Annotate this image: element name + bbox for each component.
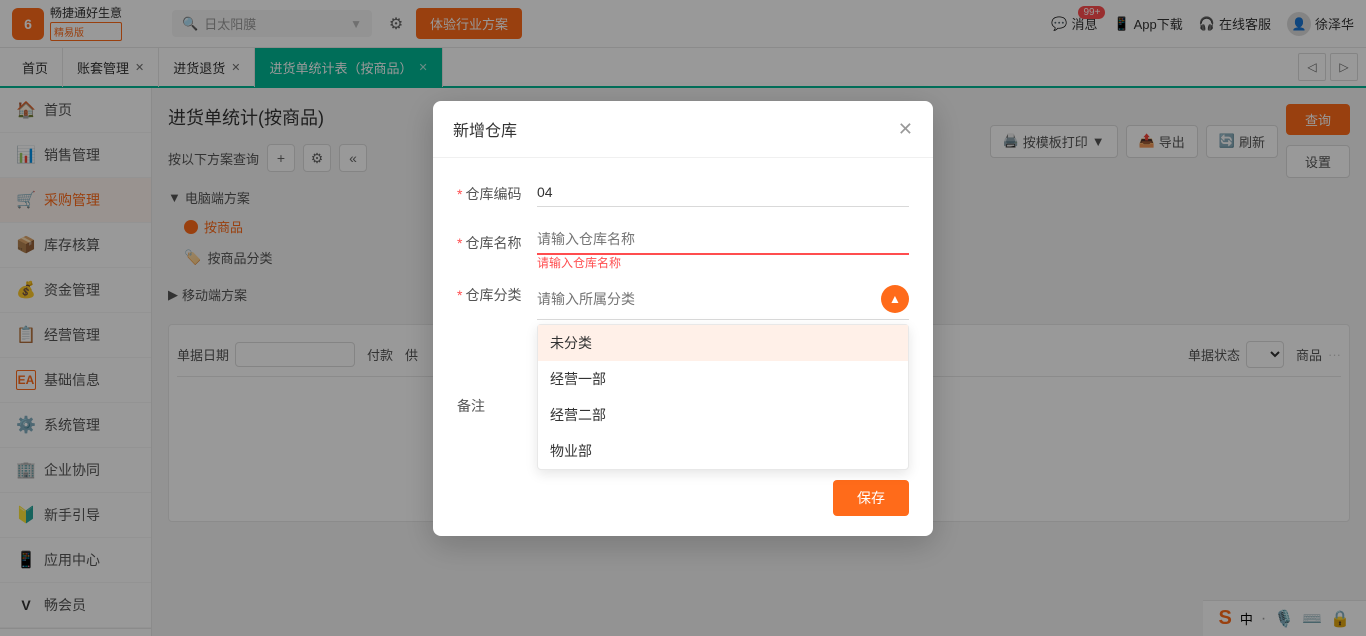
form-row-category: 仓库分类 ▲ 未分类 经营一部 经营二部 物业部 — [457, 279, 909, 320]
name-label: 仓库名称 — [457, 227, 537, 253]
form-row-name: 仓库名称 请输入仓库名称 — [457, 225, 909, 255]
option-dept1[interactable]: 经营一部 — [538, 361, 908, 397]
note-label: 备注 — [457, 390, 537, 416]
modal-header: 新增仓库 ✕ — [433, 101, 933, 158]
form-row-code: 仓库编码 — [457, 178, 909, 207]
category-dropdown-list: 未分类 经营一部 经营二部 物业部 — [537, 324, 909, 470]
option-uncategorized[interactable]: 未分类 — [538, 325, 908, 361]
category-dropdown-trigger[interactable]: ▲ — [537, 279, 909, 320]
code-input[interactable] — [537, 178, 909, 207]
dropdown-arrow[interactable]: ▲ — [881, 285, 909, 313]
name-error-msg: 请输入仓库名称 — [537, 254, 621, 271]
code-label: 仓库编码 — [457, 178, 537, 204]
category-label: 仓库分类 — [457, 279, 537, 305]
modal-title: 新增仓库 — [453, 117, 517, 141]
modal-footer: 保存 — [433, 468, 933, 536]
save-button[interactable]: 保存 — [833, 480, 909, 516]
modal-body: 仓库编码 仓库名称 请输入仓库名称 仓库分类 ▲ — [433, 158, 933, 468]
category-input[interactable] — [537, 291, 881, 307]
modal-close-button[interactable]: ✕ — [898, 120, 913, 138]
option-dept3[interactable]: 物业部 — [538, 433, 908, 469]
option-dept2[interactable]: 经营二部 — [538, 397, 908, 433]
category-wrapper: ▲ 未分类 经营一部 经营二部 物业部 — [537, 279, 909, 320]
modal-overlay[interactable]: 新增仓库 ✕ 仓库编码 仓库名称 请输入仓库名称 仓库分类 — [0, 0, 1366, 636]
modal-new-warehouse: 新增仓库 ✕ 仓库编码 仓库名称 请输入仓库名称 仓库分类 — [433, 101, 933, 536]
name-input[interactable] — [537, 225, 909, 255]
